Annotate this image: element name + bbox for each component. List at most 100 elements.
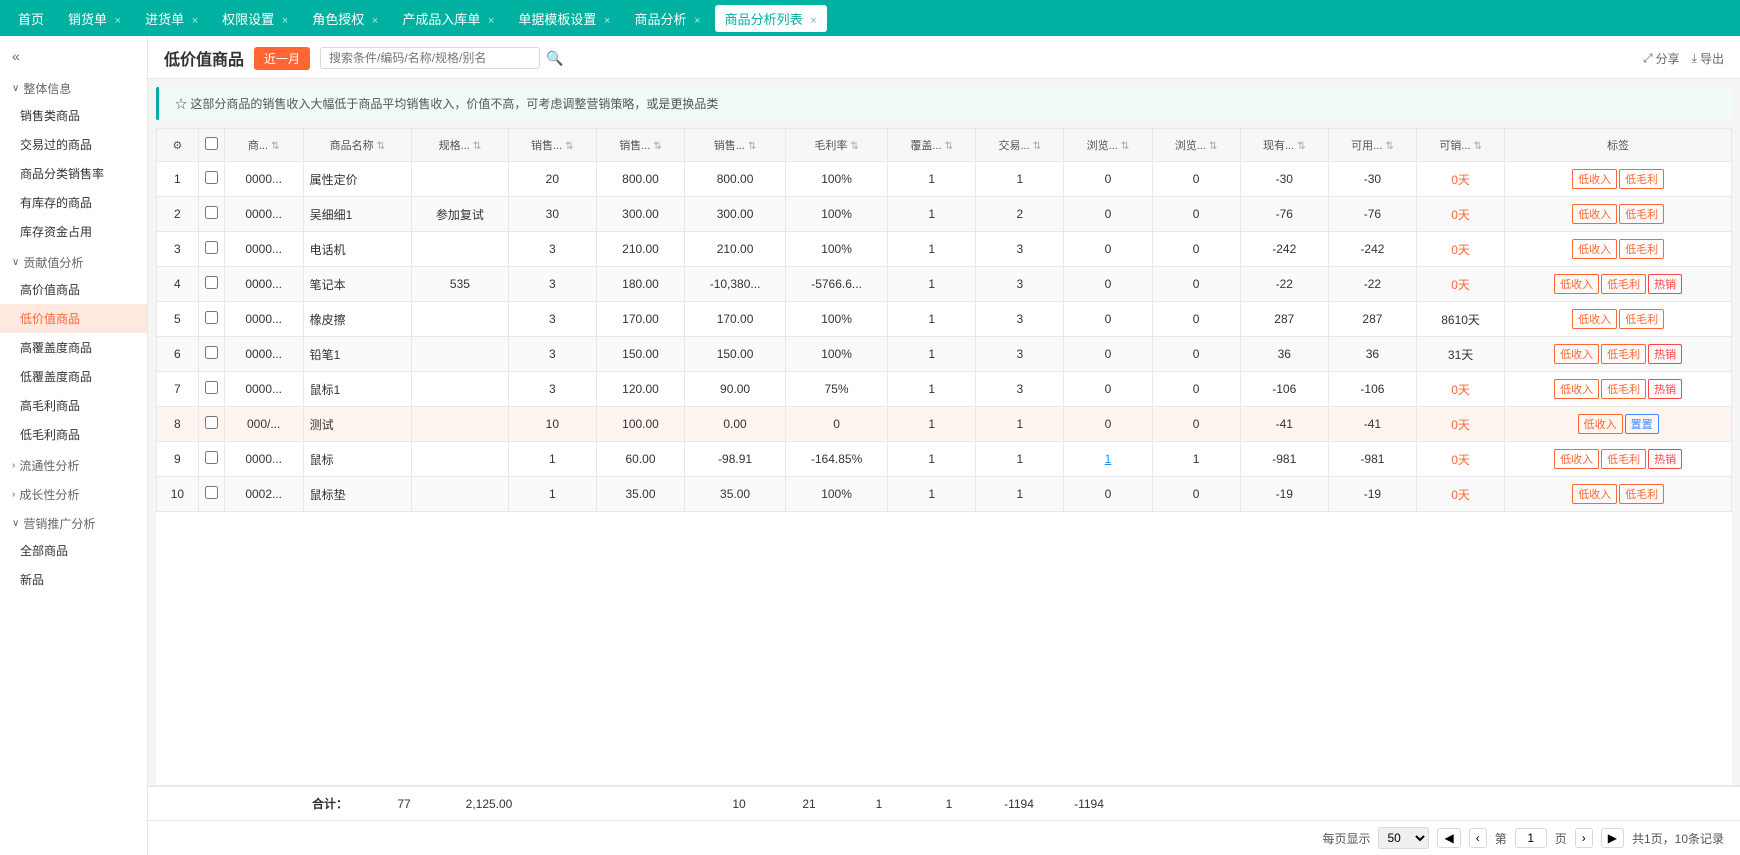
export-icon: ⤓	[1692, 51, 1697, 66]
sidebar-item-low-coverage[interactable]: 低覆盖度商品	[0, 362, 147, 391]
col-cover[interactable]: 覆盖... ⇅	[888, 129, 976, 162]
sidebar-group-growth[interactable]: › 成长性分析	[0, 478, 147, 507]
sidebar-item-traded-products[interactable]: 交易过的商品	[0, 130, 147, 159]
nav-close-sales[interactable]: ×	[115, 15, 121, 27]
browse-count: 0	[1105, 382, 1112, 396]
filter-recent-month-btn[interactable]: 近一月	[254, 47, 310, 70]
search-button[interactable]: 🔍	[546, 50, 563, 67]
col-name[interactable]: 商品名称 ⇅	[303, 129, 412, 162]
nav-close-role[interactable]: ×	[372, 15, 378, 27]
sidebar-group-overall[interactable]: ∨ 整体信息	[0, 72, 147, 101]
totals-bar: 合计： 77 2,125.00 10 21 1 1 -1194 -1194	[148, 785, 1740, 820]
browse-count: 0	[1105, 347, 1112, 361]
sidebar-item-low-margin[interactable]: 低毛利商品	[0, 420, 147, 449]
col-checkbox[interactable]	[198, 129, 224, 162]
col-avail[interactable]: 可用... ⇅	[1328, 129, 1416, 162]
nav-item-sales[interactable]: 销货单 ×	[58, 5, 131, 32]
row-s1: 1	[508, 477, 596, 512]
nav-item-product-analysis[interactable]: 商品分析 ×	[624, 5, 710, 32]
sidebar-collapse-btn[interactable]: «	[8, 44, 24, 68]
sidebar-group-marketing[interactable]: ∨ 营销推广分析	[0, 507, 147, 536]
product-tag: 热销	[1648, 449, 1682, 469]
data-table: ⚙ 商... ⇅ 商品名称 ⇅ 规格... ⇅ 销售... ⇅ 销售... ⇅ …	[156, 128, 1732, 512]
sidebar-item-stock-capital[interactable]: 库存资金占用	[0, 217, 147, 246]
sidebar-item-high-value[interactable]: 高价值商品	[0, 275, 147, 304]
page-label: 第	[1495, 830, 1507, 847]
col-stock[interactable]: 现有... ⇅	[1240, 129, 1328, 162]
nav-close-analysis-list[interactable]: ×	[810, 15, 816, 27]
col-spec[interactable]: 规格... ⇅	[412, 129, 509, 162]
row-checkbox[interactable]	[205, 171, 218, 184]
row-checkbox[interactable]	[205, 486, 218, 499]
col-gross[interactable]: 毛利率 ⇅	[786, 129, 888, 162]
col-browse1[interactable]: 浏览... ⇅	[1064, 129, 1152, 162]
row-s1: 3	[508, 232, 596, 267]
row-gross: 100%	[786, 232, 888, 267]
row-gross: 100%	[786, 302, 888, 337]
sidebar-item-new-products[interactable]: 新品	[0, 565, 147, 594]
nav-close-template[interactable]: ×	[604, 15, 610, 27]
sidebar-group-liquidity[interactable]: › 流通性分析	[0, 449, 147, 478]
row-s1: 3	[508, 372, 596, 407]
share-button[interactable]: ⤢ 分享	[1643, 50, 1680, 67]
sidebar-group-contribution[interactable]: ∨ 贡献值分析	[0, 246, 147, 275]
sidebar-item-low-value[interactable]: 低价值商品	[0, 304, 147, 333]
sidebar-item-high-coverage[interactable]: 高覆盖度商品	[0, 333, 147, 362]
sidebar-item-stocked[interactable]: 有库存的商品	[0, 188, 147, 217]
row-num: 9	[157, 442, 199, 477]
browse-count[interactable]: 1	[1105, 452, 1112, 466]
row-tags: 低收入置置	[1505, 407, 1732, 442]
nav-item-permission[interactable]: 权限设置 ×	[212, 5, 298, 32]
first-page-btn[interactable]: ◀	[1437, 828, 1460, 848]
row-num: 3	[157, 232, 199, 267]
nav-close-analysis[interactable]: ×	[694, 15, 700, 27]
row-checkbox[interactable]	[205, 276, 218, 289]
prev-page-btn[interactable]: ‹	[1469, 828, 1487, 848]
row-checkbox[interactable]	[205, 346, 218, 359]
row-checkbox[interactable]	[205, 416, 218, 429]
nav-item-template[interactable]: 单据模板设置 ×	[508, 5, 620, 32]
nav-item-purchase[interactable]: 进货单 ×	[135, 5, 208, 32]
row-s2: 60.00	[596, 442, 684, 477]
per-page-select[interactable]: 50 20 100 200	[1378, 827, 1429, 849]
row-checkbox[interactable]	[205, 381, 218, 394]
row-checkbox[interactable]	[205, 451, 218, 464]
nav-close-purchase[interactable]: ×	[192, 15, 198, 27]
data-table-container[interactable]: ⚙ 商... ⇅ 商品名称 ⇅ 规格... ⇅ 销售... ⇅ 销售... ⇅ …	[156, 128, 1732, 785]
col-sellable[interactable]: 可销... ⇅	[1417, 129, 1505, 162]
nav-close-product-in[interactable]: ×	[488, 15, 494, 27]
row-checkbox[interactable]	[205, 206, 218, 219]
nav-item-analysis-list[interactable]: 商品分析列表 ×	[715, 5, 827, 32]
row-gross: 100%	[786, 337, 888, 372]
col-s1[interactable]: 销售... ⇅	[508, 129, 596, 162]
sidebar-item-all-products[interactable]: 全部商品	[0, 536, 147, 565]
col-s3[interactable]: 销售... ⇅	[685, 129, 786, 162]
row-browse1[interactable]: 1	[1064, 442, 1152, 477]
row-code: 0000...	[224, 267, 303, 302]
row-cover: 1	[888, 372, 976, 407]
sidebar-item-category-sales[interactable]: 商品分类销售率	[0, 159, 147, 188]
row-stock: -106	[1240, 372, 1328, 407]
nav-item-role[interactable]: 角色授权 ×	[302, 5, 388, 32]
nav-item-product-in[interactable]: 产成品入库单 ×	[392, 5, 504, 32]
col-browse2[interactable]: 浏览... ⇅	[1152, 129, 1240, 162]
row-stock: -41	[1240, 407, 1328, 442]
col-trade[interactable]: 交易... ⇅	[976, 129, 1064, 162]
row-checkbox[interactable]	[205, 241, 218, 254]
col-code[interactable]: 商... ⇅	[224, 129, 303, 162]
row-sellable: 8610天	[1417, 302, 1505, 337]
next-page-btn[interactable]: ›	[1575, 828, 1593, 848]
export-button[interactable]: ⤓ 导出	[1692, 50, 1724, 67]
select-all-checkbox[interactable]	[205, 137, 218, 150]
page-number-input[interactable]	[1515, 828, 1547, 848]
page-header: 低价值商品 近一月 🔍 ⤢ 分享 ⤓ 导出	[148, 36, 1740, 79]
last-page-btn[interactable]: ▶	[1601, 828, 1624, 848]
nav-close-permission[interactable]: ×	[282, 15, 288, 27]
row-checkbox[interactable]	[205, 311, 218, 324]
col-s2[interactable]: 销售... ⇅	[596, 129, 684, 162]
nav-item-home[interactable]: 首页	[8, 5, 54, 32]
sidebar-item-high-margin[interactable]: 高毛利商品	[0, 391, 147, 420]
sidebar-item-sales-products[interactable]: 销售类商品	[0, 101, 147, 130]
col-settings[interactable]: ⚙	[157, 129, 199, 162]
search-input[interactable]	[320, 47, 540, 69]
